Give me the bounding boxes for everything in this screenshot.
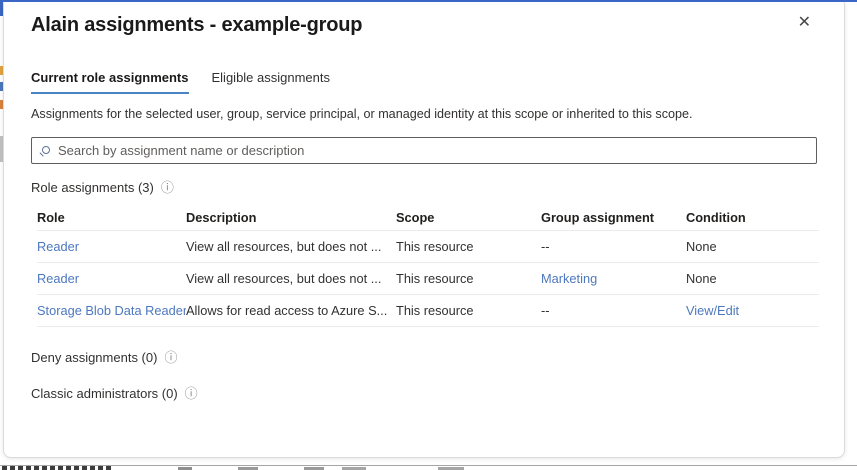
info-icon[interactable]: ⓘ [161, 181, 174, 194]
deny-assignments-label: Deny assignments (0) [31, 350, 158, 365]
classic-administrators-label: Classic administrators (0) [31, 386, 178, 401]
column-header-group-assignment: Group assignment [541, 210, 655, 225]
role-link[interactable]: Reader [37, 271, 186, 286]
column-header-condition: Condition [686, 210, 746, 225]
page-behind-text-fragment [2, 466, 114, 470]
role-assignments-label: Role assignments (3) [31, 180, 154, 195]
cell-condition: None [686, 271, 717, 286]
cell-scope: This resource [396, 239, 474, 254]
role-link[interactable]: Storage Blob Data Reader [37, 303, 186, 318]
table-header-row: Role Description Scope Group assignment … [37, 205, 819, 231]
cell-group-assignment: -- [541, 303, 550, 318]
cell-condition: None [686, 239, 717, 254]
column-header-description: Description [186, 210, 257, 225]
table-row: Reader View all resources, but does not … [37, 263, 819, 295]
dialog-title: Alain assignments - example-group [31, 14, 363, 36]
search-box[interactable] [31, 137, 817, 164]
assignments-dialog: Alain assignments - example-group ✕ Curr… [3, 2, 845, 458]
cell-description: View all resources, but does not ... [186, 239, 382, 254]
tab-eligible-assignments[interactable]: Eligible assignments [212, 70, 331, 94]
cell-scope: This resource [396, 303, 474, 318]
column-header-role: Role [37, 210, 65, 225]
dialog-header: Alain assignments - example-group ✕ [31, 12, 817, 38]
search-input[interactable] [58, 143, 808, 158]
tab-bar: Current role assignments Eligible assign… [31, 70, 817, 94]
column-header-scope: Scope [396, 210, 435, 225]
table-row: Storage Blob Data Reader Allows for read… [37, 295, 819, 327]
deny-assignments-heading: Deny assignments (0) ⓘ [31, 350, 817, 365]
condition-view-edit-link[interactable]: View/Edit [686, 303, 819, 318]
close-button[interactable]: ✕ [794, 12, 815, 34]
cell-description: Allows for read access to Azure S... [186, 303, 388, 318]
page-behind-divider [0, 465, 857, 466]
tab-current-role-assignments[interactable]: Current role assignments [31, 70, 189, 94]
role-assignments-heading: Role assignments (3) ⓘ [31, 180, 817, 195]
group-assignment-link[interactable]: Marketing [541, 271, 686, 286]
info-icon[interactable]: ⓘ [164, 351, 177, 364]
role-assignments-table: Role Description Scope Group assignment … [37, 205, 819, 327]
table-row: Reader View all resources, but does not … [37, 231, 819, 263]
role-link[interactable]: Reader [37, 239, 186, 254]
close-icon: ✕ [797, 14, 811, 31]
search-icon [39, 145, 50, 158]
cell-group-assignment: -- [541, 239, 550, 254]
info-icon[interactable]: ⓘ [185, 387, 198, 400]
scope-description-text: Assignments for the selected user, group… [31, 107, 693, 121]
cell-description: View all resources, but does not ... [186, 271, 382, 286]
page-behind-top-bar [0, 0, 857, 2]
cell-scope: This resource [396, 271, 474, 286]
classic-administrators-heading: Classic administrators (0) ⓘ [31, 386, 817, 401]
